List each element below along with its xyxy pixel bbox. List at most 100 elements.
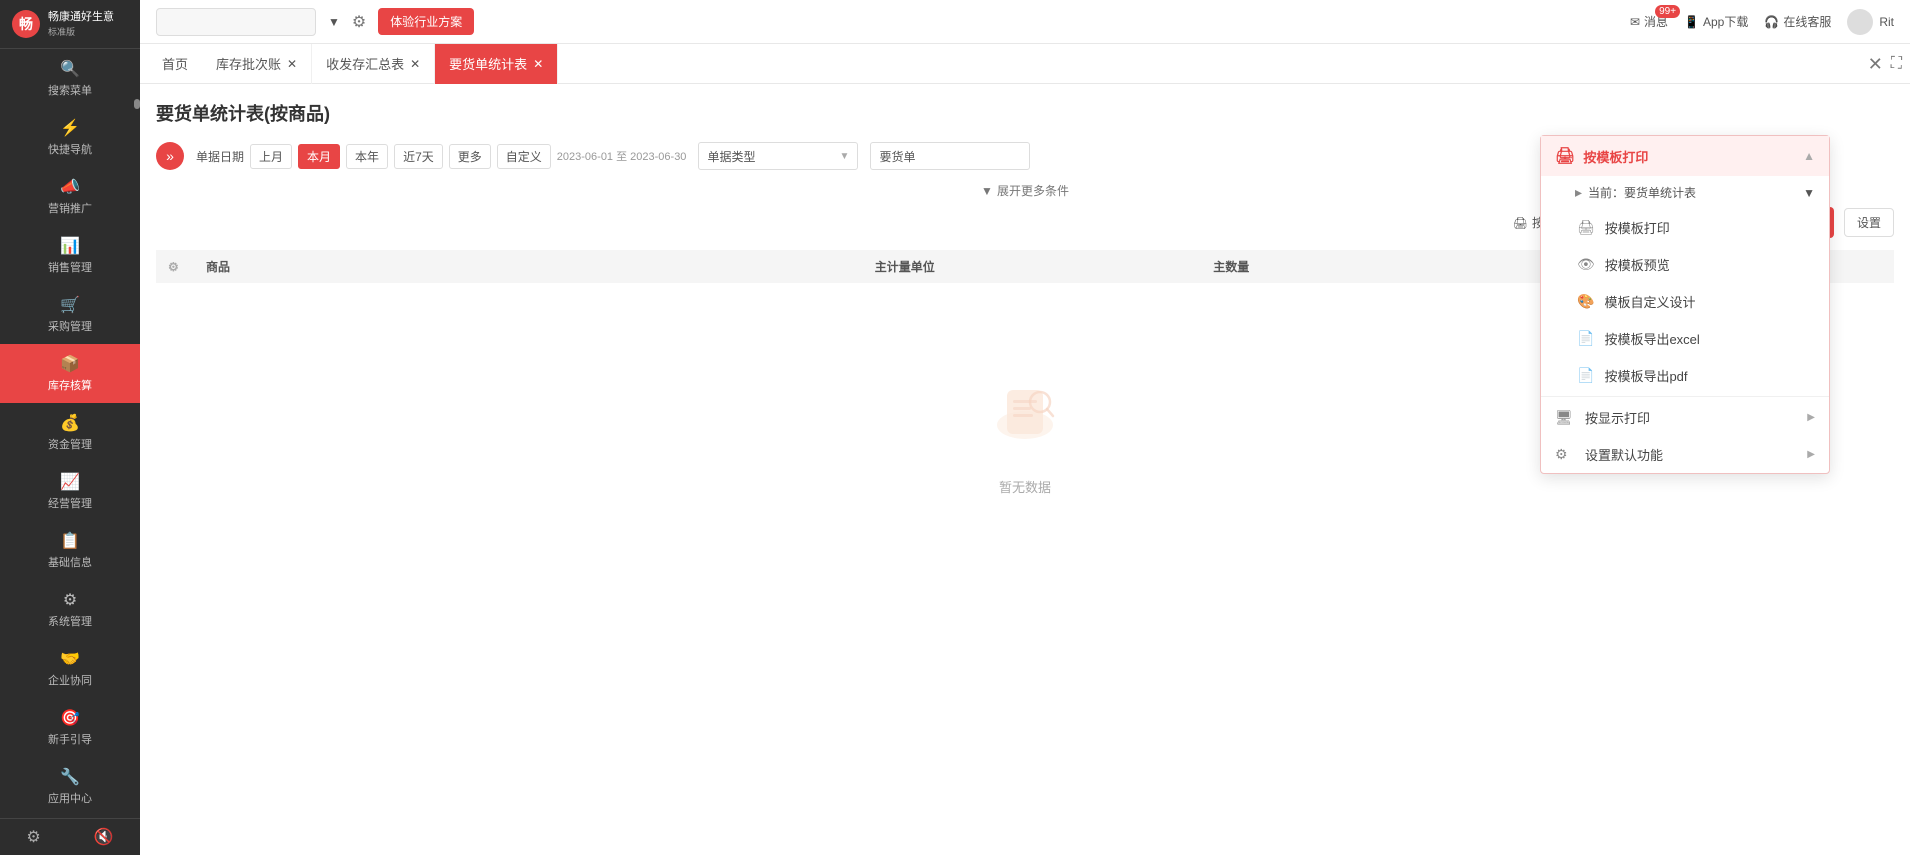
- topbar-right: ✉ 消息 99+ 📱 App下载 🎧 在线客服 Rit: [1630, 9, 1894, 35]
- sidebar-item-finance[interactable]: 💰 资金管理: [0, 403, 140, 462]
- column-settings-icon[interactable]: ⚙: [168, 260, 198, 274]
- sidebar-item-newbie[interactable]: 🎯 新手引导: [0, 698, 140, 757]
- sidebar-item-label: 基础信息: [48, 554, 92, 570]
- tab-close-inventory-batch[interactable]: ✕: [287, 58, 297, 70]
- logo-badge: 标准版: [48, 25, 114, 38]
- app-download-btn[interactable]: 📱 App下载: [1684, 13, 1748, 30]
- sidebar-item-search[interactable]: 🔍 搜索菜单: [0, 49, 140, 108]
- search-icon: 🔍: [60, 59, 80, 79]
- sidebar-item-inventory[interactable]: 📦 库存核算: [0, 344, 140, 403]
- dropdown-item-template-design[interactable]: 🎨 模板自定义设计: [1541, 283, 1829, 320]
- sidebar-item-label: 库存核算: [48, 377, 92, 393]
- date-filter-group: 单据日期 上月 本月 本年 近7天 更多 自定义 2023-06-01 至 20…: [196, 144, 686, 169]
- messages-btn[interactable]: ✉ 消息 99+: [1630, 13, 1668, 30]
- tabbar-expand-icon[interactable]: ⛶: [1891, 55, 1902, 73]
- logo-icon: 畅: [12, 10, 40, 38]
- column-quantity: 主数量: [1213, 258, 1543, 275]
- topbar: ▼ ⚙ 体验行业方案 ✉ 消息 99+ 📱 App下载 🎧 在线客服 Rit: [140, 0, 1910, 44]
- settings-bottom-icon[interactable]: ⚙: [26, 827, 40, 847]
- trial-button[interactable]: 体验行业方案: [378, 8, 474, 35]
- tab-inventory-batch[interactable]: 库存批次账 ✕: [202, 44, 312, 84]
- sidebar-item-quick-nav[interactable]: ⚡ 快捷导航: [0, 108, 140, 167]
- messages-badge: 99+: [1655, 5, 1680, 18]
- chevron-down-icon: ▼: [328, 15, 340, 29]
- tab-order-summary[interactable]: 要货单统计表 ✕: [435, 44, 558, 84]
- dropdown-item-set-default[interactable]: ⚙ 设置默认功能 ▶: [1541, 436, 1829, 473]
- sidebar-item-marketing[interactable]: 📣 营销推广: [0, 167, 140, 226]
- search-input[interactable]: [156, 8, 316, 36]
- column-product: 商品: [206, 258, 867, 275]
- filter-dropdown-arrow-icon: ▼: [840, 151, 850, 162]
- topbar-dropdown[interactable]: ▼: [328, 15, 340, 29]
- dropdown-divider: [1541, 396, 1829, 397]
- printer-icon: 🖨: [1577, 219, 1595, 236]
- requisition-filter-select[interactable]: 要货单: [870, 142, 1030, 170]
- sub-arrow2-icon: ▶: [1807, 449, 1815, 460]
- sidebar-bottom: ⚙ 🔇: [0, 818, 140, 855]
- mute-icon[interactable]: 🔇: [94, 827, 114, 847]
- expand-icon: »: [166, 148, 174, 164]
- expand-down-icon: ▼: [981, 184, 993, 198]
- current-template-label: ▸ 当前：要货单统计表 ▼: [1541, 176, 1829, 209]
- sidebar-item-sales[interactable]: 📊 销售管理: [0, 226, 140, 285]
- sidebar-item-operation[interactable]: 📈 经营管理: [0, 462, 140, 521]
- dropdown-item-export-excel[interactable]: 📄 按模板导出excel: [1541, 320, 1829, 357]
- app-logo: 畅 畅康通好生意 标准版: [0, 0, 140, 49]
- tab-close-receipt-summary[interactable]: ✕: [410, 58, 420, 70]
- current-chevron-icon: ▼: [1803, 186, 1815, 200]
- dropdown-item-template-print[interactable]: 🖨 按模板打印: [1541, 209, 1829, 246]
- online-service-btn[interactable]: 🎧 在线客服: [1764, 13, 1831, 30]
- sidebar-nav: 🔍 搜索菜单 ⚡ 快捷导航 📣 营销推广 📊 销售管理 🛒 采购管理 📦 库存核…: [0, 49, 140, 818]
- clipboard-icon: 📋: [60, 531, 80, 551]
- requisition-filter-label: 要货单: [879, 148, 915, 165]
- dropdown-item-template-preview[interactable]: 👁 按模板预览: [1541, 246, 1829, 283]
- tabbar-close-icon[interactable]: ✕: [1868, 55, 1883, 73]
- gear-icon: ⚙: [63, 590, 77, 610]
- cart-icon: 🛒: [60, 295, 80, 315]
- sidebar-item-label: 采购管理: [48, 318, 92, 334]
- sidebar-item-appstore[interactable]: 🔧 应用中心: [0, 757, 140, 816]
- pdf-icon: 📄: [1577, 367, 1594, 384]
- topbar-gear-icon[interactable]: ⚙: [352, 12, 366, 32]
- print-dropdown-title: 按模板打印: [1583, 147, 1648, 166]
- trend-icon: 📈: [60, 472, 80, 492]
- last7days-btn[interactable]: 近7天: [394, 144, 443, 169]
- setting-btn[interactable]: 设置: [1844, 208, 1894, 237]
- tab-close-order-summary[interactable]: ✕: [533, 58, 543, 70]
- expand-more-btn[interactable]: ▼ 展开更多条件: [981, 182, 1069, 199]
- print-dropdown-popup: 🖨 按模板打印 ▲ ▸ 当前：要货单统计表 ▼ 🖨 按模板打印 👁 按模板预览 …: [1540, 135, 1830, 474]
- custom-date-btn[interactable]: 自定义: [497, 144, 551, 169]
- dropdown-item-display-print[interactable]: 🖥 按显示打印 ▶: [1541, 399, 1829, 436]
- sidebar-item-label: 销售管理: [48, 259, 92, 275]
- sidebar-item-label: 快捷导航: [48, 141, 92, 157]
- lightning-icon: ⚡: [60, 118, 80, 138]
- sidebar-item-basic[interactable]: 📋 基础信息: [0, 521, 140, 580]
- prev-month-btn[interactable]: 上月: [250, 144, 292, 169]
- sidebar-item-label: 系统管理: [48, 613, 92, 629]
- print-dropdown-header[interactable]: 🖨 按模板打印 ▲: [1541, 136, 1829, 176]
- tab-receipt-summary[interactable]: 收发存汇总表 ✕: [312, 44, 435, 84]
- sidebar-item-collab[interactable]: 🤝 企业协同: [0, 639, 140, 698]
- date-range-display: 2023-06-01 至 2023-06-30: [557, 148, 687, 164]
- megaphone-icon: 📣: [60, 177, 80, 197]
- chart-icon: 📊: [60, 236, 80, 256]
- empty-icon: [985, 370, 1065, 465]
- sidebar-item-system[interactable]: ⚙ 系统管理: [0, 580, 140, 639]
- user-menu[interactable]: Rit: [1847, 9, 1894, 35]
- more-dates-btn[interactable]: 更多: [449, 144, 491, 169]
- type-filter-select[interactable]: 单据类型 ▼: [698, 142, 858, 170]
- print-dropdown-icon: 🖨: [1555, 146, 1575, 166]
- money-icon: 💰: [60, 413, 80, 433]
- empty-text: 暂无数据: [985, 477, 1065, 496]
- sidebar-item-purchase[interactable]: 🛒 采购管理: [0, 285, 140, 344]
- page-title: 要货单统计表(按商品): [156, 100, 1894, 126]
- set-default-icon: ⚙: [1555, 446, 1575, 463]
- filter-expand-toggle[interactable]: »: [156, 142, 184, 170]
- print-icon: 🖨: [1513, 216, 1528, 230]
- sidebar-item-label: 资金管理: [48, 436, 92, 452]
- tab-home[interactable]: 首页: [148, 44, 202, 84]
- this-month-btn[interactable]: 本月: [298, 144, 340, 169]
- this-year-btn[interactable]: 本年: [346, 144, 388, 169]
- dropdown-item-export-pdf[interactable]: 📄 按模板导出pdf: [1541, 357, 1829, 394]
- sidebar: 畅 畅康通好生意 标准版 🔍 搜索菜单 ⚡ 快捷导航 📣 营销推广 📊 销售管理…: [0, 0, 140, 855]
